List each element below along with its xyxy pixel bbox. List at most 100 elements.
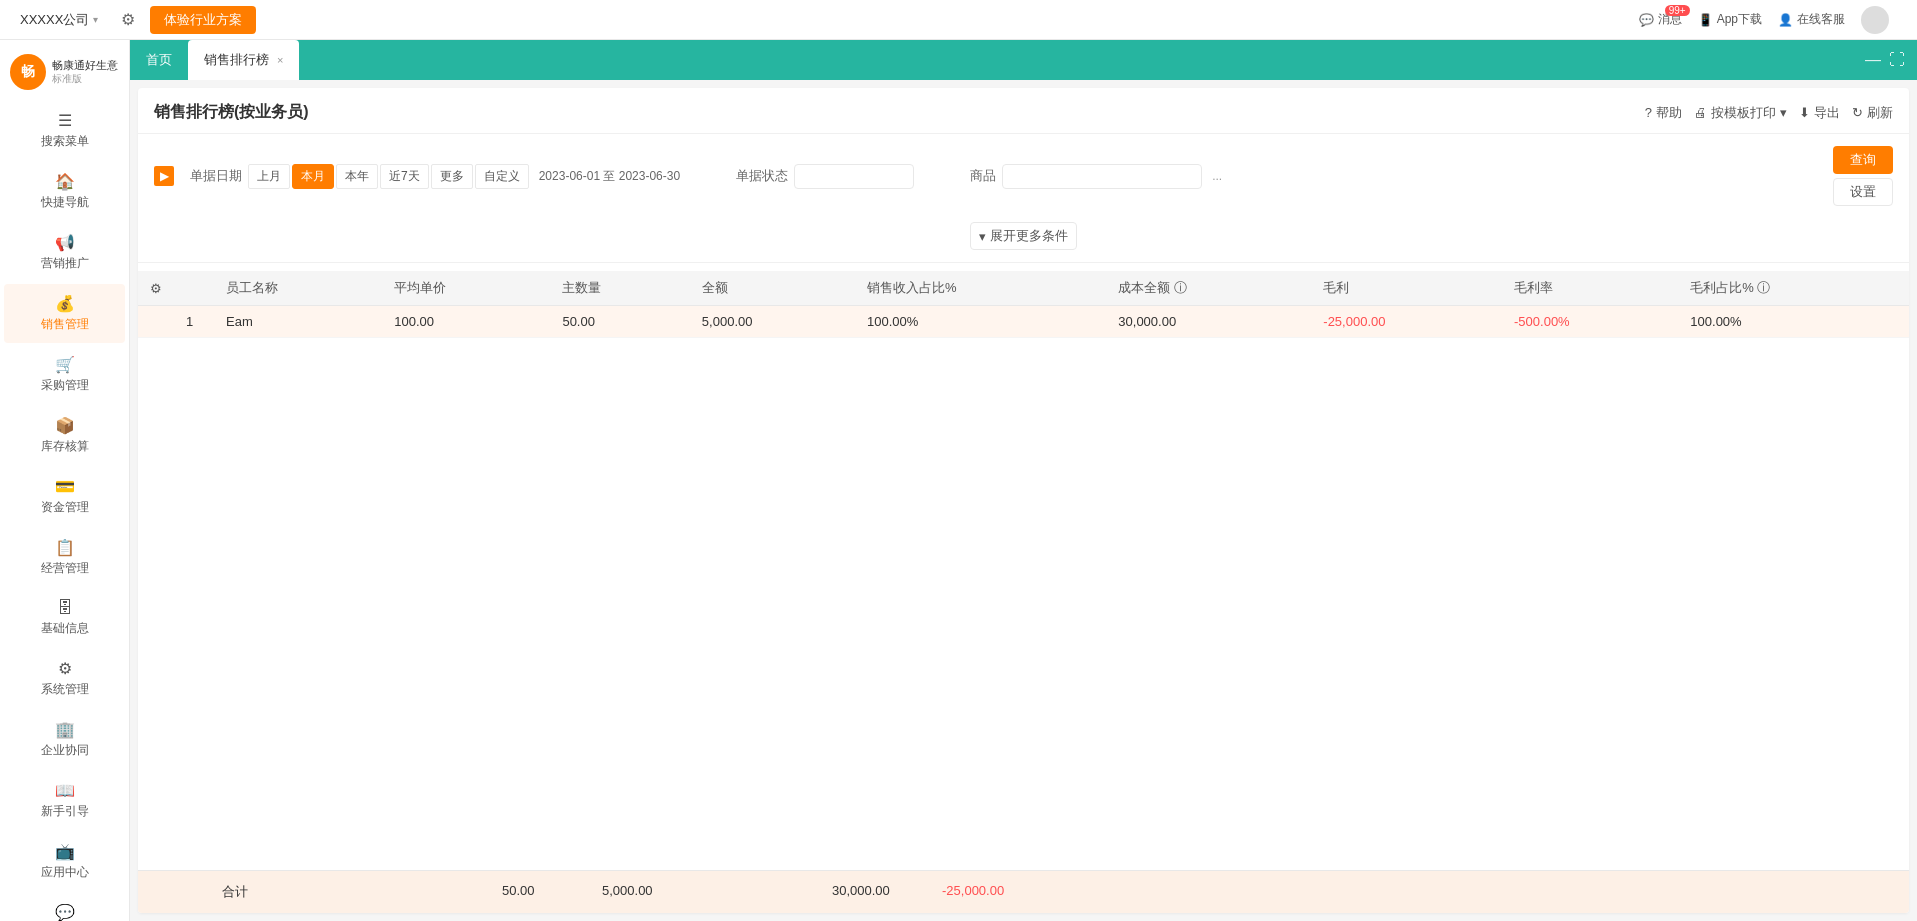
tab-sales-ranking[interactable]: 销售排行榜 × <box>188 40 299 80</box>
stock-calc-icon: 📦 <box>55 416 75 435</box>
sidebar-item-app-center-label: 应用中心 <box>41 864 89 881</box>
footer-gross-rate-cell <box>1030 879 1130 905</box>
row-rank: 1 <box>174 306 214 338</box>
row-gross: -25,000.00 <box>1311 306 1502 338</box>
logo-icon: 畅 <box>10 54 46 90</box>
page-content: 销售排行榜(按业务员) ? 帮助 🖨 按模板打印 ▾ ⬇ 导出 <box>138 88 1909 913</box>
online-service-label: 在线客服 <box>1797 11 1845 28</box>
table-wrapper: ⚙ 员工名称 平均单价 主数量 全额 销售收入占比% 成本全额 ⓘ 毛利 毛利率… <box>138 263 1909 870</box>
biz-mgmt-icon: 📋 <box>55 538 75 557</box>
purchase-mgmt-icon: 🛒 <box>55 355 75 374</box>
tab-minimize-button[interactable]: — <box>1865 51 1881 69</box>
sidebar-item-purchase-mgmt[interactable]: 🛒 采购管理 <box>4 345 125 404</box>
sidebar-item-fund-mgmt-label: 资金管理 <box>41 499 89 516</box>
col-name: 员工名称 <box>214 271 382 306</box>
header-settings-button[interactable]: ⚙ <box>114 6 142 34</box>
expand-conditions-button[interactable]: ▾ 展开更多条件 <box>970 222 1077 250</box>
status-filter-item: 单据状态 <box>736 164 914 189</box>
help-button[interactable]: ? 帮助 <box>1645 104 1682 122</box>
sidebar-item-stock-calc-label: 库存核算 <box>41 438 89 455</box>
active-tab-label: 销售排行榜 <box>204 51 269 69</box>
status-filter-select[interactable] <box>794 164 914 189</box>
refresh-icon: ↻ <box>1852 105 1863 120</box>
trial-button[interactable]: 体验行业方案 <box>150 6 256 34</box>
col-gross-pct: 毛利占比% ⓘ <box>1678 271 1909 306</box>
sidebar-item-search-order-label: 搜索菜单 <box>41 133 89 150</box>
date-btn-last-7-days[interactable]: 近7天 <box>380 164 429 189</box>
goods-filter-input[interactable] <box>1002 164 1202 189</box>
footer-amount-cell: 5,000.00 <box>590 879 710 905</box>
tab-home[interactable]: 首页 <box>130 40 188 80</box>
date-btn-this-month[interactable]: 本月 <box>292 164 334 189</box>
date-btn-last-month[interactable]: 上月 <box>248 164 290 189</box>
corp-wechat-icon: 💬 <box>55 903 75 921</box>
marketing-icon: 📢 <box>55 233 75 252</box>
footer-rank-cell <box>182 879 210 905</box>
goods-more-icon: ... <box>1212 169 1222 183</box>
row-amount: 5,000.00 <box>690 306 855 338</box>
company-selector[interactable]: XXXXX公司 ▾ <box>12 7 106 33</box>
print-label: 按模板打印 <box>1711 104 1776 122</box>
help-icon: ? <box>1645 105 1652 120</box>
export-button[interactable]: ⬇ 导出 <box>1799 104 1840 122</box>
sidebar-item-beginner-guide[interactable]: 📖 新手引导 <box>4 771 125 830</box>
date-btn-this-year[interactable]: 本年 <box>336 164 378 189</box>
sidebar-item-quick-nav[interactable]: 🏠 快捷导航 <box>4 162 125 221</box>
settings-button[interactable]: 设置 <box>1833 178 1893 206</box>
page-title: 销售排行榜(按业务员) <box>154 102 309 123</box>
message-button[interactable]: 💬 消息 99+ <box>1639 11 1682 28</box>
date-btn-custom[interactable]: 自定义 <box>475 164 529 189</box>
sidebar-item-fund-mgmt[interactable]: 💳 资金管理 <box>4 467 125 526</box>
status-filter-label: 单据状态 <box>736 167 788 185</box>
sidebar-item-app-center[interactable]: 📺 应用中心 <box>4 832 125 891</box>
sidebar-item-search-order[interactable]: ☰ 搜索菜单 <box>4 101 125 160</box>
app-download-button[interactable]: 📱 App下载 <box>1698 11 1762 28</box>
sidebar-item-beginner-guide-label: 新手引导 <box>41 803 89 820</box>
footer-settings-cell <box>150 879 182 905</box>
date-range-text: 2023-06-01 至 2023-06-30 <box>539 168 680 185</box>
print-button[interactable]: 🖨 按模板打印 ▾ <box>1694 104 1787 122</box>
page-actions: ? 帮助 🖨 按模板打印 ▾ ⬇ 导出 ↻ 刷新 <box>1645 104 1893 122</box>
date-filter-item: 单据日期 上月 本月 本年 近7天 更多 自定义 2023-06-01 至 20… <box>190 164 680 189</box>
sidebar-item-corp-collab[interactable]: 🏢 企业协同 <box>4 710 125 769</box>
basic-info-icon: 🗄 <box>57 599 73 617</box>
sidebar-item-sales-mgmt[interactable]: 💰 销售管理 <box>4 284 125 343</box>
row-main-qty: 50.00 <box>550 306 689 338</box>
sidebar-item-biz-mgmt-label: 经营管理 <box>41 560 89 577</box>
sidebar-item-basic-info[interactable]: 🗄 基础信息 <box>4 589 125 647</box>
sidebar-item-corp-wechat[interactable]: 💬 企业微信 <box>4 893 125 921</box>
corp-collab-icon: 🏢 <box>55 720 75 739</box>
sidebar-item-marketing[interactable]: 📢 营销推广 <box>4 223 125 282</box>
footer-avg-price-cell <box>390 879 490 905</box>
footer-cells: 合计 50.00 5,000.00 30,000.00 -25,000.00 <box>150 879 1897 905</box>
row-gross-rate: -500.00% <box>1502 306 1678 338</box>
goods-filter-label: 商品 <box>970 167 996 185</box>
tab-maximize-button[interactable]: ⛶ <box>1889 51 1905 69</box>
tab-close-button[interactable]: × <box>277 54 283 66</box>
company-name: XXXXX公司 <box>20 11 89 29</box>
logo-text: 畅康通好生意 <box>52 58 118 72</box>
beginner-guide-icon: 📖 <box>55 781 75 800</box>
sidebar-item-basic-info-label: 基础信息 <box>41 620 89 637</box>
sidebar-item-system-mgmt[interactable]: ⚙ 系统管理 <box>4 649 125 708</box>
service-icon: 👤 <box>1778 13 1793 27</box>
date-btn-more[interactable]: 更多 <box>431 164 473 189</box>
table-footer: 合计 50.00 5,000.00 30,000.00 -25,000.00 <box>138 870 1909 913</box>
user-avatar[interactable] <box>1861 6 1889 34</box>
filter-expand-icon[interactable]: ▶ <box>154 166 174 186</box>
filter-area: ▶ 单据日期 上月 本月 本年 近7天 更多 自定义 2023- <box>138 134 1909 263</box>
refresh-button[interactable]: ↻ 刷新 <box>1852 104 1893 122</box>
system-mgmt-icon: ⚙ <box>58 659 72 678</box>
col-sales-pct: 销售收入占比% <box>855 271 1106 306</box>
sidebar-item-biz-mgmt[interactable]: 📋 经营管理 <box>4 528 125 587</box>
sidebar-item-stock-calc[interactable]: 📦 库存核算 <box>4 406 125 465</box>
query-button[interactable]: 查询 <box>1833 146 1893 174</box>
sidebar-item-corp-collab-label: 企业协同 <box>41 742 89 759</box>
col-settings[interactable]: ⚙ <box>138 271 174 306</box>
print-icon: 🖨 <box>1694 105 1707 120</box>
home-tab-label: 首页 <box>146 51 172 69</box>
row-cost-amount: 30,000.00 <box>1106 306 1311 338</box>
sidebar-logo: 畅 畅康通好生意 标准版 <box>0 40 129 100</box>
online-service-button[interactable]: 👤 在线客服 <box>1778 11 1845 28</box>
filter-row-1: ▶ 单据日期 上月 本月 本年 近7天 更多 自定义 2023- <box>154 146 1893 206</box>
